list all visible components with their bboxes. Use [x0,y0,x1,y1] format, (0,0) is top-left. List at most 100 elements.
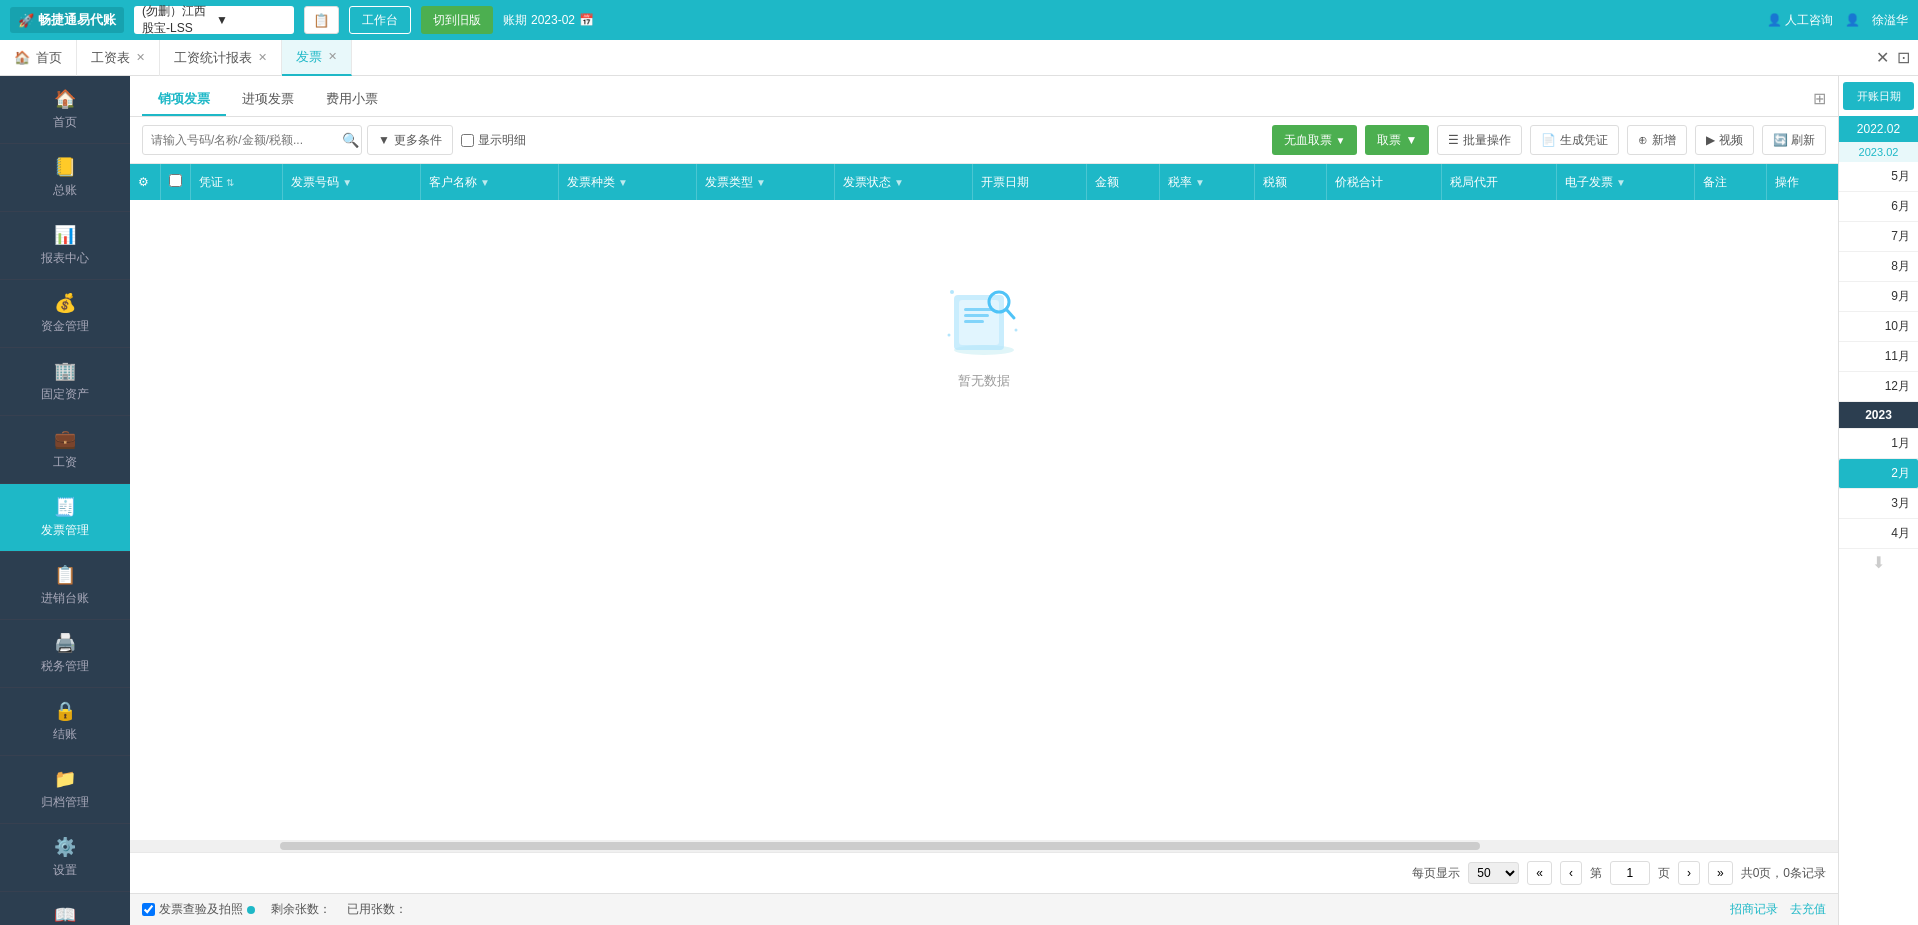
period-month-7[interactable]: 7月 [1839,222,1918,252]
period-subheader-2022[interactable]: 2023.02 [1839,142,1918,162]
th-invoice-type[interactable]: 发票种类 ▼ [558,164,696,200]
copy-button[interactable]: 📋 [304,6,339,34]
sales-icon: 📋 [54,564,76,586]
tab-invoice[interactable]: 发票 ✕ [282,40,352,76]
period-2023-month-4[interactable]: 4月 [1839,519,1918,549]
sidebar-item-settings[interactable]: ⚙️ 设置 [0,824,130,892]
period-month-12[interactable]: 12月 [1839,372,1918,402]
company-selector[interactable]: (勿删）江西股宝-LSS ▼ [134,6,294,34]
user-avatar[interactable]: 👤 [1845,13,1860,27]
period-2023-month-1[interactable]: 1月 [1839,429,1918,459]
th-settings[interactable]: ⚙ [130,164,160,200]
ticket-button[interactable]: 取票 ▼ [1365,125,1429,155]
user-name-link[interactable]: 徐溢华 [1872,12,1908,29]
th-voucher[interactable]: 凭证 ⇅ [190,164,282,200]
customer-filter-icon[interactable]: ▼ [480,177,490,188]
voucher-sort-icon[interactable]: ⇅ [226,177,234,188]
close-salary-stats-tab[interactable]: ✕ [258,51,267,64]
open-period-button[interactable]: 开账日期 [1843,82,1914,110]
sidebar-item-general-ledger[interactable]: 📒 总账 [0,144,130,212]
charge-record-link[interactable]: 招商记录 [1730,901,1778,918]
th-tax-code[interactable]: 税局代开 [1442,164,1557,200]
period-month-10[interactable]: 10月 [1839,312,1918,342]
sidebar-item-tax[interactable]: 🖨️ 税务管理 [0,620,130,688]
period-month-6[interactable]: 6月 [1839,192,1918,222]
period-2023-month-3[interactable]: 3月 [1839,489,1918,519]
next-page-button[interactable]: › [1678,861,1700,885]
period-2023-month-2[interactable]: 2月 [1839,459,1918,489]
new-button[interactable]: ⊕ 新增 [1627,125,1686,155]
verify-checkbox[interactable] [142,903,155,916]
status-filter-icon[interactable]: ▼ [894,177,904,188]
period-month-5[interactable]: 5月 [1839,162,1918,192]
search-button[interactable]: 🔍 [342,132,359,148]
th-tax-amount[interactable]: 税额 [1255,164,1327,200]
switch-version-button[interactable]: 切到旧版 [421,6,493,34]
horizontal-scrollbar[interactable] [130,840,1838,852]
sub-tab-expense-receipt[interactable]: 费用小票 [310,84,394,116]
prev-page-button[interactable]: ‹ [1560,861,1582,885]
th-invoice-status[interactable]: 发票状态 ▼ [834,164,972,200]
th-amount[interactable]: 金额 [1087,164,1159,200]
tab-home[interactable]: 🏠 首页 [0,40,77,76]
calendar-icon[interactable]: 📅 [579,13,594,27]
h-scroll-thumb[interactable] [280,842,1480,850]
maximize-icon[interactable]: ⊡ [1897,48,1910,67]
layout-icon[interactable]: ⊞ [1813,90,1826,107]
invoice-type-filter-icon[interactable]: ▼ [618,177,628,188]
taxrate-filter-icon[interactable]: ▼ [1195,177,1205,188]
sidebar-item-invoice-mgmt[interactable]: 🧾 发票管理 [0,484,130,552]
period-header-2022[interactable]: 2022.02 [1839,116,1918,142]
recharge-link[interactable]: 去充值 [1790,901,1826,918]
sidebar-item-funds[interactable]: 💰 资金管理 [0,280,130,348]
video-button[interactable]: ▶ 视频 [1695,125,1754,155]
search-input[interactable] [142,125,362,155]
select-all-checkbox[interactable] [169,174,182,187]
invoice-no-filter-icon[interactable]: ▼ [342,177,352,188]
sub-tab-purchase-invoice[interactable]: 进项发票 [226,84,310,116]
first-page-button[interactable]: « [1527,861,1552,885]
category-filter-icon[interactable]: ▼ [756,177,766,188]
workbench-button[interactable]: 工作台 [349,6,411,34]
footer-links: 招商记录 去充值 [1730,901,1826,918]
period-month-8[interactable]: 8月 [1839,252,1918,282]
th-tax-total[interactable]: 价税合计 [1327,164,1442,200]
show-detail-input[interactable] [461,134,474,147]
generate-voucher-button[interactable]: 📄 生成凭证 [1530,125,1619,155]
th-tax-rate[interactable]: 税率 ▼ [1159,164,1255,200]
page-input[interactable] [1610,861,1650,885]
page-size-select[interactable]: 50 10 20 100 [1468,862,1519,884]
th-open-date[interactable]: 开票日期 [972,164,1087,200]
period-month-11[interactable]: 11月 [1839,342,1918,372]
period-month-9[interactable]: 9月 [1839,282,1918,312]
th-remark[interactable]: 备注 [1694,164,1766,200]
th-electronic[interactable]: 电子发票 ▼ [1556,164,1694,200]
support-link[interactable]: 👤 人工咨询 [1767,12,1833,29]
show-detail-checkbox[interactable]: 显示明细 [461,132,526,149]
notax-button[interactable]: 无血取票 ▼ [1272,125,1358,155]
sidebar-item-closing[interactable]: 🔒 结账 [0,688,130,756]
close-invoice-tab[interactable]: ✕ [328,50,337,63]
th-invoice-no[interactable]: 发票号码 ▼ [282,164,420,200]
close-window-icon[interactable]: ✕ [1876,48,1889,67]
more-filter-button[interactable]: ▼ 更多条件 [367,125,453,155]
th-invoice-category[interactable]: 发票类型 ▼ [696,164,834,200]
sidebar-item-salary[interactable]: 💼 工资 [0,416,130,484]
sidebar-item-reports[interactable]: 📊 报表中心 [0,212,130,280]
sidebar-item-fixed-assets[interactable]: 🏢 固定资产 [0,348,130,416]
batch-ops-button[interactable]: ☰ 批量操作 [1437,125,1522,155]
tab-salary[interactable]: 工资表 ✕ [77,40,160,76]
period-scroll-down[interactable]: ⬇ [1839,549,1918,576]
sidebar-item-archive[interactable]: 📁 归档管理 [0,756,130,824]
last-page-button[interactable]: » [1708,861,1733,885]
refresh-button[interactable]: 🔄 刷新 [1762,125,1826,155]
tab-salary-stats[interactable]: 工资统计报表 ✕ [160,40,282,76]
th-customer[interactable]: 客户名称 ▼ [420,164,558,200]
th-checkbox[interactable] [160,164,190,200]
sidebar-item-guide[interactable]: 📖 新手引导 [0,892,130,925]
sidebar-item-home[interactable]: 🏠 首页 [0,76,130,144]
close-salary-tab[interactable]: ✕ [136,51,145,64]
electronic-filter-icon[interactable]: ▼ [1616,177,1626,188]
sub-tab-sales-invoice[interactable]: 销项发票 [142,84,226,116]
sidebar-item-sales-purchase[interactable]: 📋 进销台账 [0,552,130,620]
